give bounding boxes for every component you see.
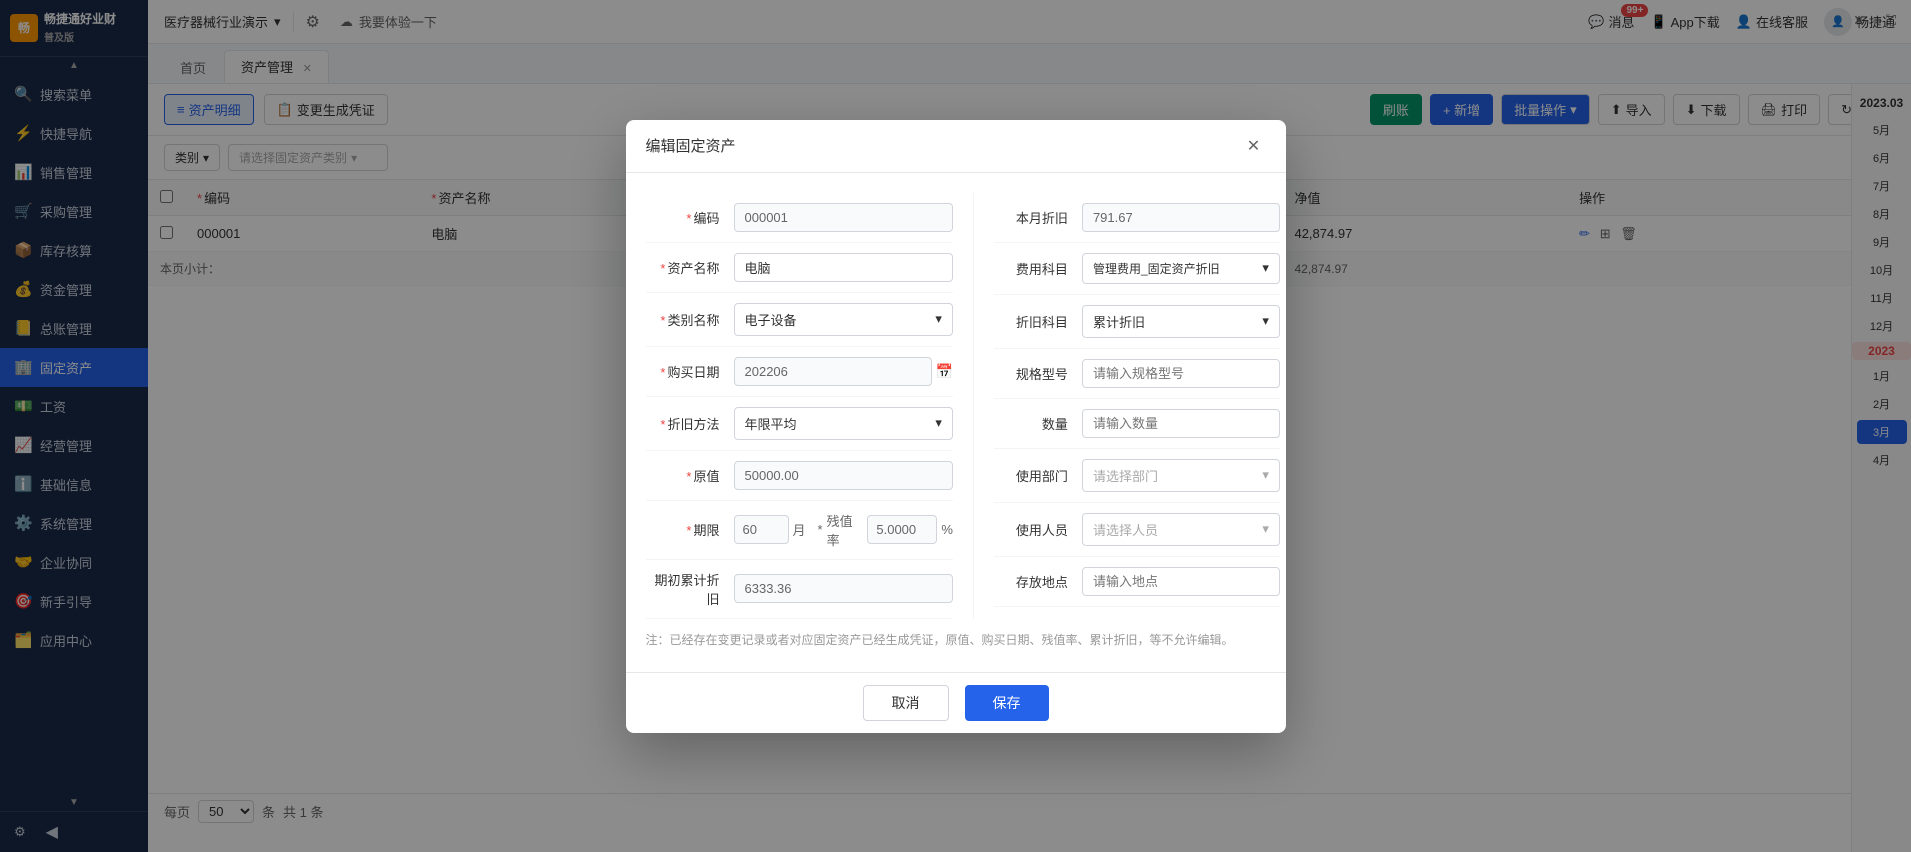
period-wrap: 月 * 残值率 % xyxy=(734,511,953,549)
personnel-arrow: ▾ xyxy=(1262,521,1269,537)
department-select[interactable]: 请选择部门 ▾ xyxy=(1082,459,1280,492)
form-right-column: 本月折旧 费用科目 管理费用_固定资产折旧 ▾ xyxy=(974,193,1280,619)
form-row-spec: 规格型号 xyxy=(994,349,1280,399)
category-select-value: 电子设备 xyxy=(745,310,797,329)
department-label: 使用部门 xyxy=(994,466,1074,485)
category-select[interactable]: 电子设备 ▾ xyxy=(734,303,953,336)
quantity-input[interactable] xyxy=(1082,409,1280,438)
depreciation-subject-arrow: ▾ xyxy=(1262,313,1269,329)
form-row-original-value: *原值 xyxy=(646,451,953,501)
spec-label: 规格型号 xyxy=(994,364,1074,383)
period-unit: 月 xyxy=(793,520,806,539)
personnel-label: 使用人员 xyxy=(994,520,1074,539)
form-row-code: *编码 xyxy=(646,193,953,243)
form-note: 注：已经存在变更记录或者对应固定资产已经生成凭证，原值、购买日期、残值率、累计折… xyxy=(646,619,1266,652)
department-placeholder: 请选择部门 xyxy=(1093,466,1158,485)
residual-rate-unit: % xyxy=(941,522,953,537)
form-row-location: 存放地点 xyxy=(994,557,1280,607)
depreciation-method-value: 年限平均 xyxy=(745,414,797,433)
calendar-icon[interactable]: 📅 xyxy=(936,363,953,380)
form-row-category: *类别名称 电子设备 ▾ xyxy=(646,293,953,347)
form-row-purchase-date: *购买日期 📅 xyxy=(646,347,953,397)
quantity-label: 数量 xyxy=(994,414,1074,433)
initial-dep-label: 期初累计折旧 xyxy=(646,570,726,608)
form-row-depreciation-method: *折旧方法 年限平均 ▾ xyxy=(646,397,953,451)
period-label: *期限 xyxy=(646,520,726,539)
code-label: *编码 xyxy=(646,208,726,227)
purchase-date-label: *购买日期 xyxy=(646,362,726,381)
location-input[interactable] xyxy=(1082,567,1280,596)
form-row-depreciation-subject: 折旧科目 累计折旧 ▾ xyxy=(994,295,1280,349)
purchase-date-wrap: 📅 xyxy=(734,357,953,386)
spec-input[interactable] xyxy=(1082,359,1280,388)
expense-subject-arrow: ▾ xyxy=(1262,260,1269,276)
personnel-select[interactable]: 请选择人员 ▾ xyxy=(1082,513,1280,546)
modal-close-btn[interactable]: ✕ xyxy=(1242,134,1266,158)
initial-dep-input[interactable] xyxy=(734,574,953,603)
form-row-expense-subject: 费用科目 管理费用_固定资产折旧 ▾ xyxy=(994,243,1280,295)
modal-header: 编辑固定资产 ✕ xyxy=(626,120,1286,173)
save-button[interactable]: 保存 xyxy=(965,685,1049,721)
form-row-personnel: 使用人员 请选择人员 ▾ xyxy=(994,503,1280,557)
expense-subject-label: 费用科目 xyxy=(994,259,1074,278)
expense-subject-select[interactable]: 管理费用_固定资产折旧 ▾ xyxy=(1082,253,1280,284)
depreciation-subject-label: 折旧科目 xyxy=(994,312,1074,331)
depreciation-method-arrow: ▾ xyxy=(935,415,942,431)
original-value-input[interactable] xyxy=(734,461,953,490)
depreciation-subject-select[interactable]: 累计折旧 ▾ xyxy=(1082,305,1280,338)
form-row-period-residual: *期限 月 * 残值率 % xyxy=(646,501,953,560)
form-row-department: 使用部门 请选择部门 ▾ xyxy=(994,449,1280,503)
code-input[interactable] xyxy=(734,203,953,232)
purchase-date-input[interactable] xyxy=(734,357,932,386)
category-form-label: *类别名称 xyxy=(646,310,726,329)
location-label: 存放地点 xyxy=(994,572,1074,591)
depreciation-method-select[interactable]: 年限平均 ▾ xyxy=(734,407,953,440)
modal-overlay: 编辑固定资产 ✕ *编码 *资产名称 xyxy=(0,0,1911,852)
form-row-quantity: 数量 xyxy=(994,399,1280,449)
department-arrow: ▾ xyxy=(1262,467,1269,483)
modal-footer: 取消 保存 xyxy=(626,672,1286,733)
personnel-placeholder: 请选择人员 xyxy=(1093,520,1158,539)
form-row-initial-dep: 期初累计折旧 xyxy=(646,560,953,619)
edit-asset-modal: 编辑固定资产 ✕ *编码 *资产名称 xyxy=(626,120,1286,733)
monthly-dep-input xyxy=(1082,203,1280,232)
depreciation-subject-value: 累计折旧 xyxy=(1093,312,1145,331)
cancel-button[interactable]: 取消 xyxy=(863,685,949,721)
monthly-dep-label: 本月折旧 xyxy=(994,208,1074,227)
asset-name-label: *资产名称 xyxy=(646,258,726,277)
category-select-arrow: ▾ xyxy=(935,311,942,327)
expense-subject-value: 管理费用_固定资产折旧 xyxy=(1093,260,1220,277)
residual-rate-input[interactable] xyxy=(867,515,937,544)
depreciation-method-label: *折旧方法 xyxy=(646,414,726,433)
modal-form-grid: *编码 *资产名称 *类别名称 xyxy=(646,193,1266,619)
residual-rate-req: * xyxy=(818,522,823,537)
original-value-label: *原值 xyxy=(646,466,726,485)
period-input[interactable] xyxy=(734,515,789,544)
form-left-column: *编码 *资产名称 *类别名称 xyxy=(646,193,974,619)
modal-body: *编码 *资产名称 *类别名称 xyxy=(626,173,1286,672)
asset-name-input[interactable] xyxy=(734,253,953,282)
modal-title: 编辑固定资产 xyxy=(646,135,736,156)
form-row-monthly-dep: 本月折旧 xyxy=(994,193,1280,243)
residual-rate-label: 残值率 xyxy=(827,511,860,549)
form-row-asset-name: *资产名称 xyxy=(646,243,953,293)
